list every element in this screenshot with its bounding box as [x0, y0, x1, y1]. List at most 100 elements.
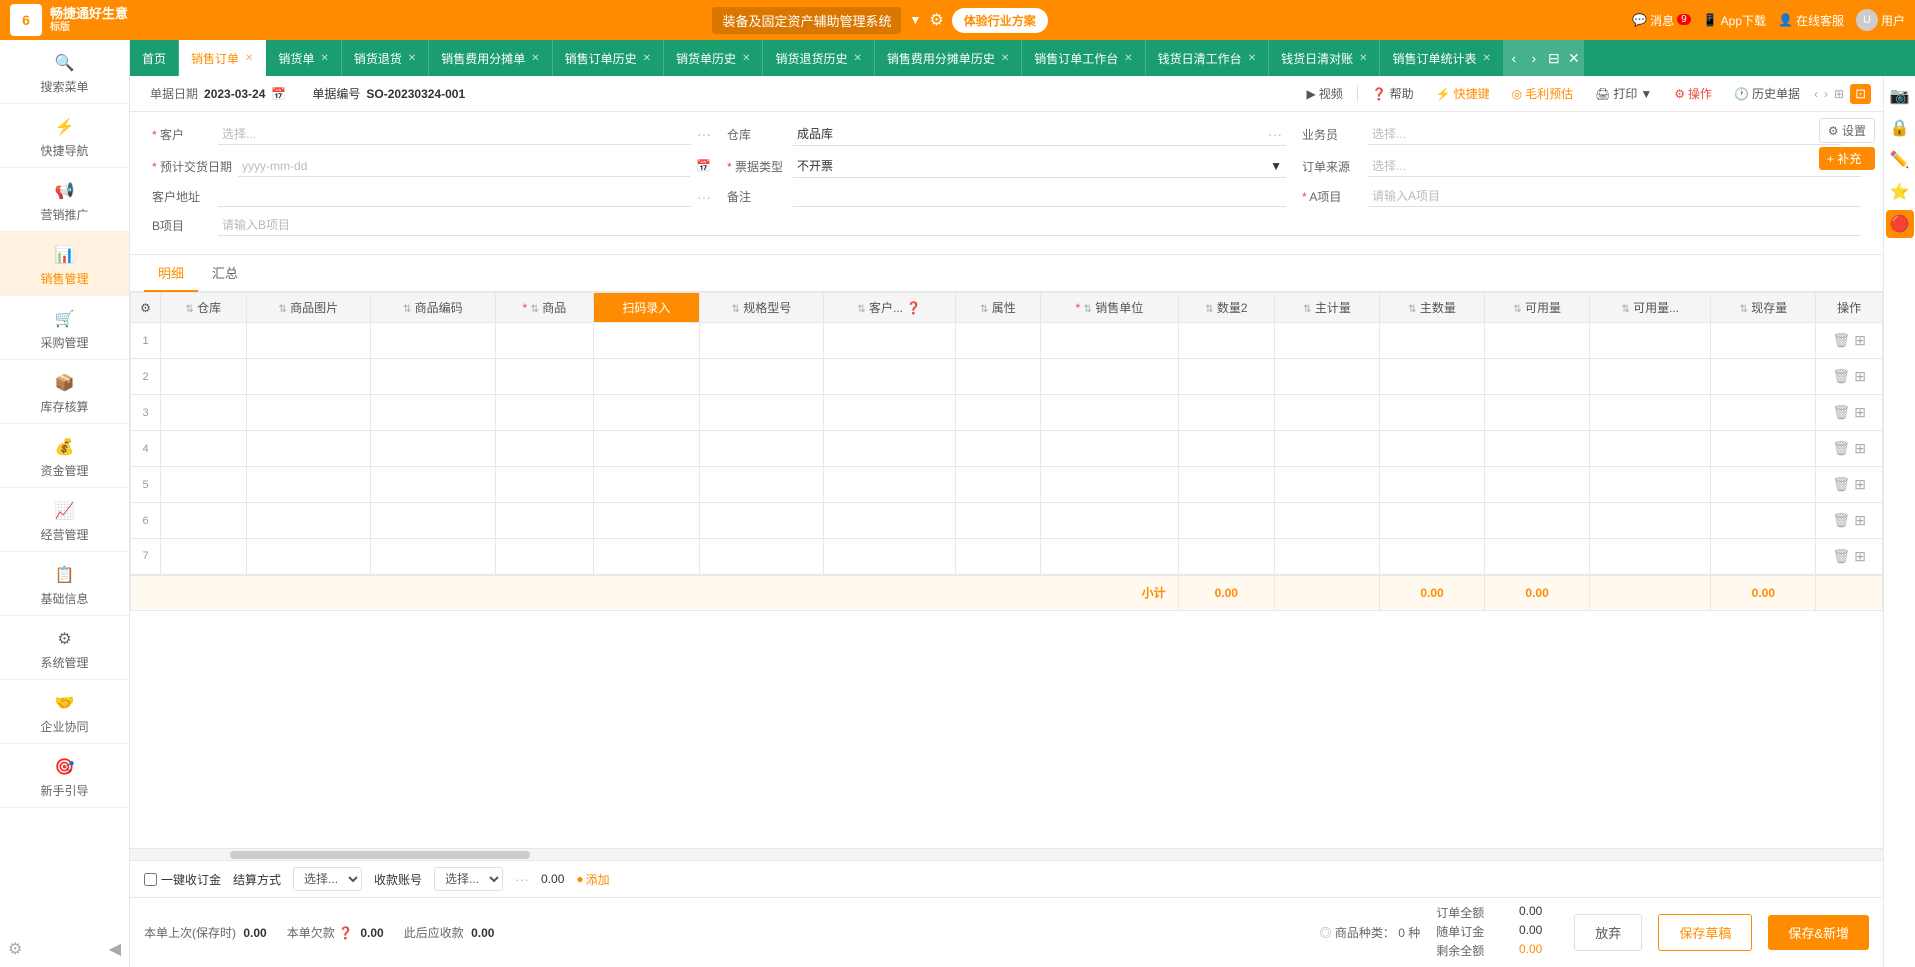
tab-sales-fee-history[interactable]: 销售费用分摊单历史 ✕: [875, 40, 1022, 76]
detail-tab-summary[interactable]: 汇总: [198, 255, 252, 292]
td-available-6[interactable]: [1485, 503, 1590, 539]
td-customer-code-5[interactable]: [824, 467, 955, 503]
save-new-button[interactable]: 保存&新增: [1768, 915, 1869, 950]
th-main-qty[interactable]: ⇅ 主数量: [1380, 293, 1485, 323]
td-attr-6[interactable]: [955, 503, 1041, 539]
toolbar-next-icon[interactable]: ›: [1824, 87, 1828, 101]
save-draft-button[interactable]: 保存草稿: [1658, 914, 1752, 951]
td-image-6[interactable]: [246, 503, 371, 539]
td-image-4[interactable]: [246, 431, 371, 467]
td-unit-1[interactable]: [1041, 323, 1179, 359]
delivery-cal-icon[interactable]: 📅: [696, 159, 711, 173]
td-qty2-7[interactable]: [1178, 539, 1274, 575]
td-unit-5[interactable]: [1041, 467, 1179, 503]
td-spec-2[interactable]: [699, 359, 824, 395]
td-customer-code-6[interactable]: [824, 503, 955, 539]
td-stock-4[interactable]: [1711, 431, 1816, 467]
settings-icon[interactable]: ⚙: [929, 10, 943, 30]
tab-close-sales-bill-history[interactable]: ✕: [742, 53, 750, 64]
td-code-5[interactable]: [371, 467, 496, 503]
tab-close-sales-return[interactable]: ✕: [408, 53, 416, 64]
td-available-2[interactable]: [1485, 359, 1590, 395]
td-unit-6[interactable]: [1041, 503, 1179, 539]
copy-icon-4[interactable]: ⊞: [1854, 440, 1866, 457]
td-stock-2[interactable]: [1711, 359, 1816, 395]
td-available2-7[interactable]: [1590, 539, 1711, 575]
copy-icon-6[interactable]: ⊞: [1854, 512, 1866, 529]
td-code-3[interactable]: [371, 395, 496, 431]
sidebar-collapse-icon[interactable]: ◀: [109, 939, 121, 959]
tab-cash-reconcile[interactable]: 钱货日清对账 ✕: [1269, 40, 1380, 76]
td-available2-2[interactable]: [1590, 359, 1711, 395]
customer-dots-btn[interactable]: ···: [697, 126, 711, 142]
quick-order-checkbox[interactable]: [144, 873, 157, 886]
invoice-select[interactable]: 不开票 ▼: [793, 154, 1286, 178]
td-available2-6[interactable]: [1590, 503, 1711, 539]
sidebar-item-tutorial[interactable]: 🎯 新手引导: [0, 744, 129, 808]
td-attr-5[interactable]: [955, 467, 1041, 503]
td-main-qty-2[interactable]: [1380, 359, 1485, 395]
right-star-icon[interactable]: ⭐: [1886, 178, 1914, 206]
system-dropdown-icon[interactable]: ▼: [909, 13, 921, 27]
td-code-1[interactable]: [371, 323, 496, 359]
tab-close-cash-reconcile[interactable]: ✕: [1359, 53, 1367, 64]
td-available-4[interactable]: [1485, 431, 1590, 467]
td-stock-6[interactable]: [1711, 503, 1816, 539]
tab-sales-fee[interactable]: 销售费用分摊单 ✕: [429, 40, 552, 76]
td-available-5[interactable]: [1485, 467, 1590, 503]
th-main-unit[interactable]: ⇅ 主计量: [1275, 293, 1380, 323]
toolbar-expand-icon[interactable]: ⊡: [1850, 84, 1871, 104]
td-code-4[interactable]: [371, 431, 496, 467]
sidebar-item-purchase[interactable]: 🛒 采购管理: [0, 296, 129, 360]
system-title[interactable]: 装备及固定资产辅助管理系统: [712, 7, 901, 34]
td-unit-2[interactable]: [1041, 359, 1179, 395]
th-attr[interactable]: ⇅ 属性: [955, 293, 1041, 323]
sidebar-item-basics[interactable]: 📋 基础信息: [0, 552, 129, 616]
th-warehouse[interactable]: ⇅ 仓库: [161, 293, 247, 323]
td-main-qty-5[interactable]: [1380, 467, 1485, 503]
detail-tab-detail[interactable]: 明细: [144, 255, 198, 292]
th-code[interactable]: ⇅ 商品编码: [371, 293, 496, 323]
td-qty2-5[interactable]: [1178, 467, 1274, 503]
td-main-unit-2[interactable]: [1275, 359, 1380, 395]
sidebar-item-system[interactable]: ⚙ 系统管理: [0, 616, 129, 680]
td-customer-code-3[interactable]: [824, 395, 955, 431]
td-image-1[interactable]: [246, 323, 371, 359]
td-warehouse-1[interactable]: [161, 323, 247, 359]
td-qty2-2[interactable]: [1178, 359, 1274, 395]
tab-sales-order-history[interactable]: 销售订单历史 ✕: [553, 40, 664, 76]
tab-close-sales-order[interactable]: ✕: [245, 53, 253, 64]
td-unit-3[interactable]: [1041, 395, 1179, 431]
td-main-qty-6[interactable]: [1380, 503, 1485, 539]
td-spec-6[interactable]: [699, 503, 824, 539]
tab-sales-order[interactable]: 销售订单 ✕: [179, 40, 266, 76]
tab-cash-daily-workbench[interactable]: 钱货日清工作台 ✕: [1146, 40, 1269, 76]
th-available2[interactable]: ⇅ 可用量...: [1590, 293, 1711, 323]
delete-icon-7[interactable]: 🗑: [1832, 548, 1850, 565]
td-available-1[interactable]: [1485, 323, 1590, 359]
th-qty2[interactable]: ⇅ 数量2: [1178, 293, 1274, 323]
history-btn[interactable]: 🕐 历史单据: [1726, 82, 1808, 105]
sidebar-item-finance[interactable]: 💰 资金管理: [0, 424, 129, 488]
tab-close-sales-return-history[interactable]: ✕: [853, 53, 861, 64]
tab-sales-bill-history[interactable]: 销货单历史 ✕: [664, 40, 763, 76]
td-main-unit-6[interactable]: [1275, 503, 1380, 539]
th-settings[interactable]: ⚙: [131, 293, 161, 323]
account-select[interactable]: 选择...: [434, 867, 503, 891]
discard-button[interactable]: 放弃: [1574, 914, 1642, 951]
td-warehouse-7[interactable]: [161, 539, 247, 575]
td-main-unit-7[interactable]: [1275, 539, 1380, 575]
td-main-unit-5[interactable]: [1275, 467, 1380, 503]
sidebar-item-quicknav[interactable]: ⚡ 快捷导航: [0, 104, 129, 168]
tab-sales-return[interactable]: 销货退货 ✕: [342, 40, 429, 76]
sidebar-item-enterprise[interactable]: 🤝 企业协同: [0, 680, 129, 744]
account-dots-btn[interactable]: ···: [515, 871, 529, 887]
th-unit[interactable]: ⇅ 销售单位: [1041, 293, 1179, 323]
td-qty2-3[interactable]: [1178, 395, 1274, 431]
td-stock-5[interactable]: [1711, 467, 1816, 503]
td-available2-4[interactable]: [1590, 431, 1711, 467]
delete-icon-5[interactable]: 🗑: [1832, 476, 1850, 493]
td-spec-5[interactable]: [699, 467, 824, 503]
td-stock-7[interactable]: [1711, 539, 1816, 575]
td-main-unit-4[interactable]: [1275, 431, 1380, 467]
